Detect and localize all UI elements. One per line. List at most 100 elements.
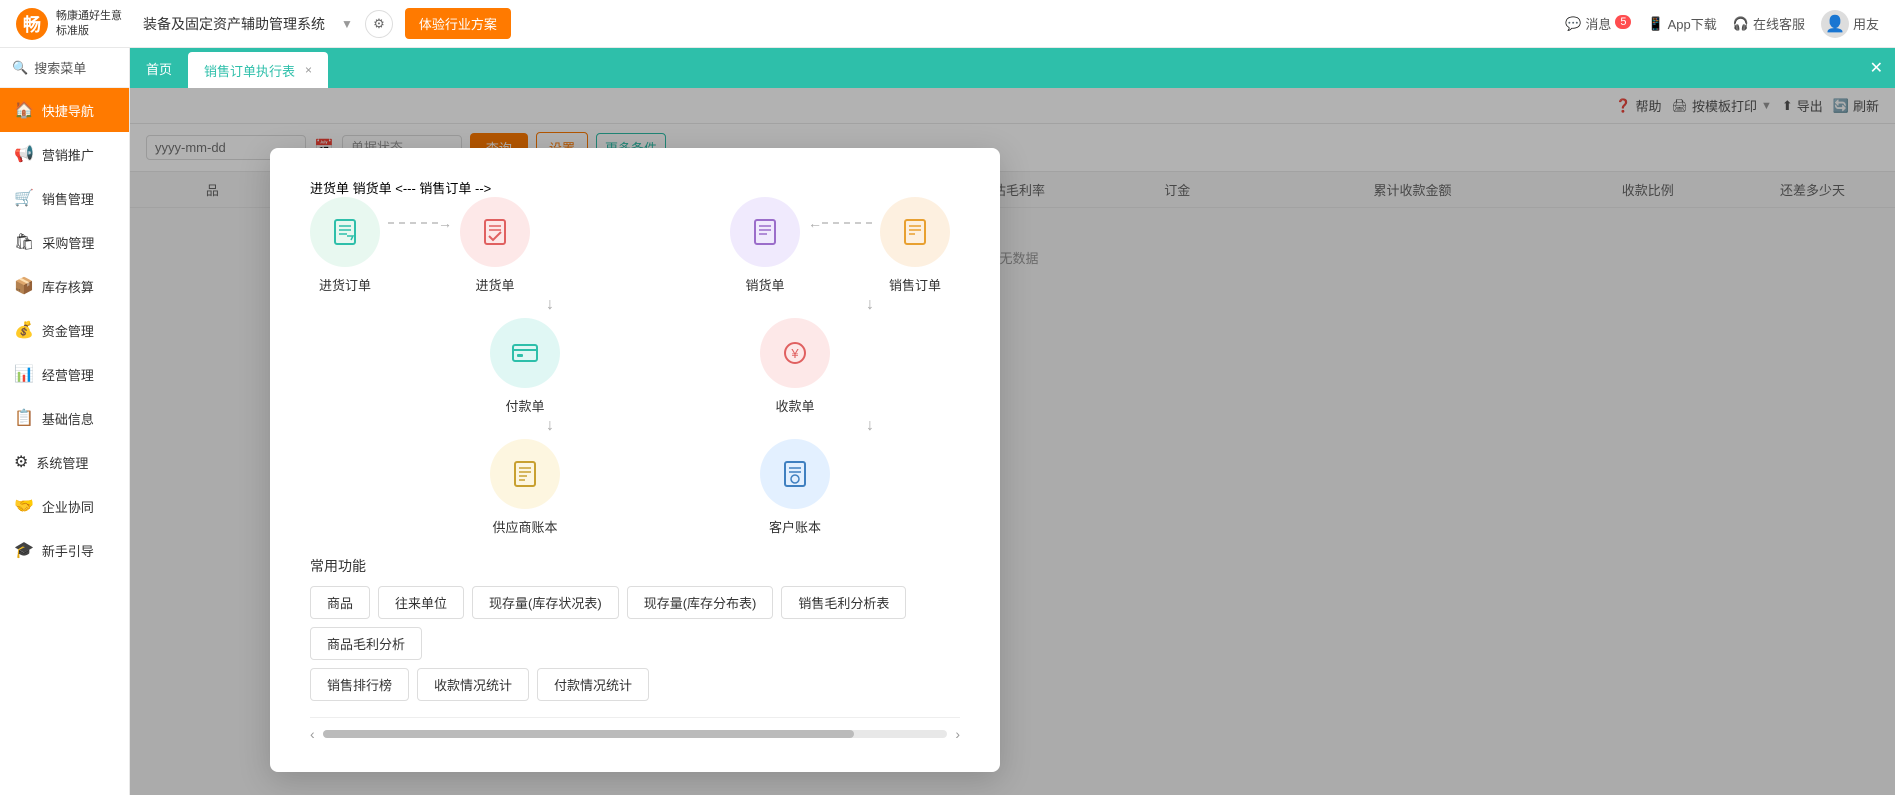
common-btn-sales-profit[interactable]: 销售毛利分析表 (781, 586, 906, 619)
arrow-purchase-to-receipt: → (380, 215, 460, 231)
sidebar-item-operations-label: 经营管理 (42, 365, 94, 384)
payment-icon (490, 318, 560, 388)
common-btn-payment-stats[interactable]: 付款情况统计 (537, 668, 649, 701)
system-dropdown-icon[interactable]: ▼ (341, 17, 353, 31)
sidebar-item-purchase-label: 采购管理 (42, 233, 94, 252)
sidebar-item-basicinfo[interactable]: 📋 基础信息 (0, 396, 129, 440)
basicinfo-icon: 📋 (14, 408, 34, 428)
sales-order-icon (880, 197, 950, 267)
sidebar-item-marketing-label: 营销推广 (42, 145, 94, 164)
sidebar-item-newbie-label: 新手引导 (42, 541, 94, 560)
sidebar-item-collaboration[interactable]: 🤝 企业协同 (0, 484, 129, 528)
flow-item-payment[interactable]: 付款单 (490, 318, 560, 415)
payment-label: 付款单 (505, 396, 544, 415)
sidebar-item-purchase[interactable]: 🛍 采购管理 (0, 220, 129, 264)
app-download-label: App下载 (1668, 14, 1717, 33)
content-area: 首页 销售订单执行表 × ✕ ❓ 帮助 (130, 48, 1895, 795)
purchase-order-icon (310, 197, 380, 267)
flow-item-sales-receipt[interactable]: 销货单 (730, 197, 800, 294)
inventory-icon: 📦 (14, 276, 34, 296)
arrow-down-purchase: ↓ (490, 296, 610, 314)
purchase-receipt-icon (460, 197, 530, 267)
user-name: 用友 (1853, 14, 1879, 33)
online-service-icon: 🎧 (1733, 16, 1749, 32)
tab-salesorder-label: 销售订单执行表 (204, 61, 295, 80)
scroll-right-icon[interactable]: › (955, 726, 960, 742)
home-icon: 🏠 (14, 100, 34, 120)
flow-section: 进货单 销货单 <--- 销售订单 --> 进货订单 (310, 178, 960, 536)
sidebar-item-quicknav[interactable]: 🏠 快捷导航 (0, 88, 129, 132)
search-icon: 🔍 (12, 60, 28, 76)
common-btn-receipt-stats[interactable]: 收款情况统计 (417, 668, 529, 701)
trial-button[interactable]: 体验行业方案 (405, 8, 511, 39)
flow-item-receipt[interactable]: ¥ 收款单 (760, 318, 830, 415)
receipt-label: 收款单 (775, 396, 814, 415)
tab-bar-close-icon[interactable]: ✕ (1870, 58, 1883, 78)
sidebar-item-basicinfo-label: 基础信息 (42, 409, 94, 428)
system-title: 装备及固定资产辅助管理系统 (143, 14, 325, 34)
receipt-icon: ¥ (760, 318, 830, 388)
tab-home-label: 首页 (146, 59, 172, 78)
arrow-right-icon: → (438, 215, 452, 231)
sidebar-item-finance[interactable]: 💰 资金管理 (0, 308, 129, 352)
newbie-icon: 🎓 (14, 540, 34, 560)
collaboration-icon: 🤝 (14, 496, 34, 516)
sales-receipt-icon (730, 197, 800, 267)
gear-button[interactable]: ⚙ (365, 10, 393, 38)
sidebar-item-sales-label: 销售管理 (42, 189, 94, 208)
scroll-area: ‹ › (310, 717, 960, 742)
purchase-receipt-label: 进货单 (475, 275, 514, 294)
common-btn-inventory-status[interactable]: 现存量(库存状况表) (472, 586, 619, 619)
sales-icon: 🛒 (14, 188, 34, 208)
search-menu-label: 搜索菜单 (34, 58, 86, 77)
scrollbar-track[interactable] (323, 730, 948, 738)
tab-home[interactable]: 首页 (130, 48, 188, 88)
sidebar-item-sysadmin[interactable]: ⚙ 系统管理 (0, 440, 129, 484)
customer-ledger-icon (760, 439, 830, 509)
flow-item-customer-ledger[interactable]: 客户账本 (760, 439, 830, 536)
online-service-button[interactable]: 🎧 在线客服 (1733, 14, 1805, 33)
user-area[interactable]: 👤 用友 (1821, 10, 1879, 38)
flow-middle-row: 付款单 ¥ 收款单 (310, 318, 830, 415)
common-buttons-row2: 销售排行榜 收款情况统计 付款情况统计 (310, 668, 960, 701)
sidebar-item-marketing[interactable]: 📢 营销推广 (0, 132, 129, 176)
tab-close-icon[interactable]: × (305, 63, 312, 77)
arrow-down-sales: ↓ (810, 296, 930, 314)
app-download-button[interactable]: 📱 App下载 (1647, 14, 1716, 33)
finance-icon: 💰 (14, 320, 34, 340)
common-functions-section: 常用功能 商品 往来单位 现存量(库存状况表) 现存量(库存分布表) 销售毛利分… (310, 556, 960, 701)
operations-icon: 📊 (14, 364, 34, 384)
app-download-icon: 📱 (1647, 16, 1663, 32)
common-btn-sales-rank[interactable]: 销售排行榜 (310, 668, 409, 701)
common-btn-goods-profit[interactable]: 商品毛利分析 (310, 627, 422, 660)
search-menu-item[interactable]: 🔍 搜索菜单 (0, 48, 129, 88)
sidebar-item-sales[interactable]: 🛒 销售管理 (0, 176, 129, 220)
sidebar-item-quicknav-label: 快捷导航 (42, 101, 94, 120)
message-label: 消息 (1585, 14, 1611, 33)
common-btn-inventory-dist[interactable]: 现存量(库存分布表) (627, 586, 774, 619)
sidebar-item-newbie[interactable]: 🎓 新手引导 (0, 528, 129, 572)
sidebar-item-collaboration-label: 企业协同 (42, 497, 94, 516)
flow-item-sales-order[interactable]: 销售订单 (880, 197, 950, 294)
message-button[interactable]: 💬 消息 5 (1565, 14, 1631, 33)
arrow-left-icon: ← (808, 215, 822, 231)
scroll-left-icon[interactable]: ‹ (310, 726, 315, 742)
quick-nav-modal: 进货单 销货单 <--- 销售订单 --> 进货订单 (270, 148, 1000, 772)
arrow-down-receipt: ↓ (810, 417, 930, 435)
flow-item-purchase-order[interactable]: 进货订单 (310, 197, 380, 294)
purchase-order-label: 进货订单 (319, 275, 371, 294)
tab-salesorder[interactable]: 销售订单执行表 × (188, 52, 328, 88)
sales-order-label: 销售订单 (889, 275, 941, 294)
sidebar-item-inventory[interactable]: 📦 库存核算 (0, 264, 129, 308)
sidebar-item-operations[interactable]: 📊 经营管理 (0, 352, 129, 396)
customer-ledger-label: 客户账本 (769, 517, 821, 536)
scrollbar-thumb (323, 730, 854, 738)
message-icon: 💬 (1565, 16, 1581, 32)
flow-top-row: 进货订单 → (310, 197, 950, 294)
flow-item-supplier-ledger[interactable]: 供应商账本 (490, 439, 560, 536)
logo-text: 畅康通好生意 标准版 (56, 9, 122, 38)
common-btn-partners[interactable]: 往来单位 (378, 586, 464, 619)
flow-item-purchase-receipt[interactable]: 进货单 (460, 197, 530, 294)
common-btn-goods[interactable]: 商品 (310, 586, 370, 619)
supplier-ledger-label: 供应商账本 (492, 517, 557, 536)
